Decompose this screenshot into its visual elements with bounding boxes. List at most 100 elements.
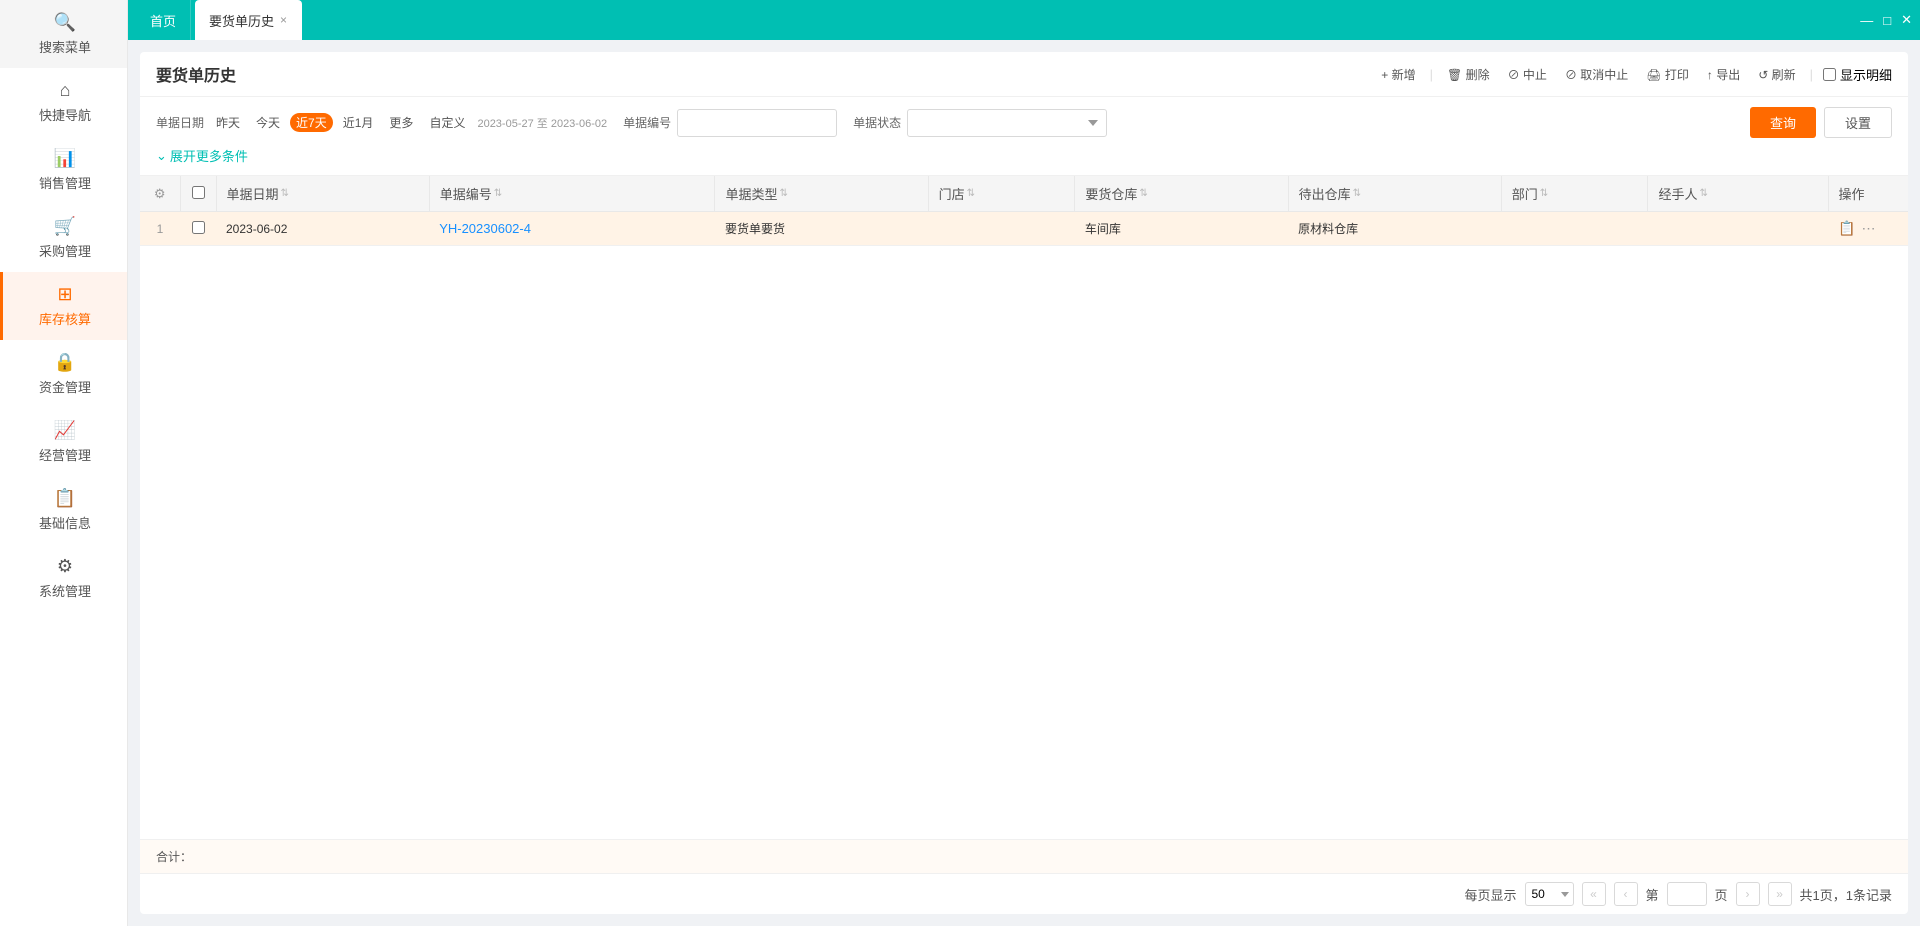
sort-icon-pending_warehouse[interactable]: ⇅ xyxy=(1353,188,1361,199)
cancel-stop-button[interactable]: ⊘ 取消中止 xyxy=(1561,64,1632,85)
page-size-label: 每页显示 xyxy=(1464,885,1516,904)
first-page-btn[interactable]: « xyxy=(1582,882,1606,906)
filter-group-billno: 单据编号 xyxy=(623,109,837,137)
sidebar-label-operations: 经营管理 xyxy=(39,445,91,464)
expand-filter-btn[interactable]: ⌄ 展开更多条件 xyxy=(156,146,248,165)
expand-icon: ⌄ xyxy=(156,148,167,164)
page-header: 要货单历史 + 新增 | 🗑 删除 ⊘ 中止 ⊘ 取消中止 🖨 打印 ↑ 导出 … xyxy=(140,52,1908,97)
th-store[interactable]: 门店⇅ xyxy=(928,176,1075,212)
page-title: 要货单历史 xyxy=(156,62,1377,86)
shortcut-custom[interactable]: 自定义 xyxy=(423,113,471,132)
sidebar-item-quick-nav[interactable]: ⌂快捷导航 xyxy=(0,68,127,136)
sidebar-label-inventory: 库存核算 xyxy=(39,309,91,328)
page-size-select[interactable]: 102050100 xyxy=(1525,882,1574,906)
edit-action-icon[interactable]: 📋 xyxy=(1838,220,1855,237)
col-label-bill_date: 单据日期 xyxy=(227,184,279,203)
sidebar-label-system: 系统管理 xyxy=(39,581,91,600)
th-bill_type[interactable]: 单据类型⇅ xyxy=(715,176,928,212)
display-detail-checkbox[interactable] xyxy=(1823,68,1836,81)
filter-area: 单据日期 昨天今天近7天近1月更多自定义 2023-05-27 至 2023-0… xyxy=(140,97,1908,176)
date-shortcuts: 昨天今天近7天近1月更多自定义 xyxy=(210,113,471,132)
maximize-btn[interactable]: □ xyxy=(1883,13,1891,28)
sidebar: 🔍搜索菜单⌂快捷导航📊销售管理🛒采购管理 ⊞ 库存核算 🔒资金管理 📈 经营管理 📋基础信息… xyxy=(0,0,128,926)
total-info: 共1页，1条记录 xyxy=(1800,885,1892,904)
sidebar-label-sales: 销售管理 xyxy=(39,173,91,192)
filter-row-1: 单据日期 昨天今天近7天近1月更多自定义 2023-05-27 至 2023-0… xyxy=(156,107,1892,138)
toolbar: + 新增 | 🗑 删除 ⊘ 中止 ⊘ 取消中止 🖨 打印 ↑ 导出 ↺ 刷新 |… xyxy=(1377,64,1892,85)
refresh-button[interactable]: ↺ 刷新 xyxy=(1754,64,1799,85)
sort-icon-store[interactable]: ⇅ xyxy=(967,188,975,199)
shortcut-more[interactable]: 更多 xyxy=(383,113,419,132)
delete-button[interactable]: 🗑 删除 xyxy=(1443,64,1494,85)
top-bar-right: — □ ✕ xyxy=(1860,12,1912,28)
cell-department xyxy=(1501,212,1648,246)
sidebar-item-basic-info[interactable]: 📋基础信息 xyxy=(0,476,127,544)
operations-icon: 📈 xyxy=(54,420,76,441)
sidebar-item-operations[interactable]: 📈 经营管理 xyxy=(0,408,127,476)
tab-home[interactable]: 首页 xyxy=(136,0,191,40)
sort-icon-req_warehouse[interactable]: ⇅ xyxy=(1139,188,1147,199)
page-label-before: 第 xyxy=(1646,885,1659,904)
query-button[interactable]: 查询 xyxy=(1750,107,1816,138)
th-req_warehouse[interactable]: 要货仓库⇅ xyxy=(1075,176,1288,212)
next-page-btn[interactable]: › xyxy=(1736,882,1760,906)
prev-page-btn[interactable]: ‹ xyxy=(1614,882,1638,906)
more-action-icon[interactable]: ⋯ xyxy=(1861,220,1875,237)
table-footer: 合计： xyxy=(140,839,1908,873)
close-btn[interactable]: ✕ xyxy=(1901,12,1912,28)
sort-icon-handler[interactable]: ⇅ xyxy=(1700,188,1708,199)
page-label-after: 页 xyxy=(1715,885,1728,904)
th-handler[interactable]: 经手人⇅ xyxy=(1648,176,1828,212)
page-number-input[interactable]: 1 xyxy=(1667,882,1707,906)
bill-status-label: 单据状态 xyxy=(853,114,901,131)
export-button[interactable]: ↑ 导出 xyxy=(1703,64,1744,85)
sidebar-item-purchase[interactable]: 🛒采购管理 xyxy=(0,204,127,272)
sidebar-item-inventory[interactable]: ⊞ 库存核算 xyxy=(0,272,127,340)
select-all-checkbox[interactable] xyxy=(192,186,205,199)
basic-info-icon: 📋 xyxy=(54,488,76,509)
settings-icon[interactable]: ⚙ xyxy=(154,186,166,201)
inventory-icon: ⊞ xyxy=(57,284,72,305)
tab-close-requisition-history[interactable]: × xyxy=(280,13,287,27)
th-department[interactable]: 部门⇅ xyxy=(1501,176,1648,212)
sidebar-label-search-menu: 搜索菜单 xyxy=(39,37,91,56)
sidebar-label-quick-nav: 快捷导航 xyxy=(39,105,91,124)
display-detail-toggle[interactable]: 显示明细 xyxy=(1823,65,1892,84)
last-page-btn[interactable]: » xyxy=(1768,882,1792,906)
setting-button[interactable]: 设置 xyxy=(1824,107,1892,138)
shortcut-last_month[interactable]: 近1月 xyxy=(337,113,380,132)
th-pending_warehouse[interactable]: 待出仓库⇅ xyxy=(1288,176,1501,212)
sort-icon-bill_date[interactable]: ⇅ xyxy=(281,188,289,199)
top-bar: 首页要货单历史× — □ ✕ xyxy=(128,0,1920,40)
sort-icon-department[interactable]: ⇅ xyxy=(1540,188,1548,199)
sidebar-item-sales[interactable]: 📊销售管理 xyxy=(0,136,127,204)
system-icon: ⚙ xyxy=(57,556,73,577)
stop-button[interactable]: ⊘ 中止 xyxy=(1504,64,1551,85)
bill-status-select[interactable] xyxy=(907,109,1107,137)
shortcut-yesterday[interactable]: 昨天 xyxy=(210,113,246,132)
tab-requisition-history[interactable]: 要货单历史× xyxy=(195,0,302,40)
sidebar-item-finance[interactable]: 🔒资金管理 xyxy=(0,340,127,408)
sort-icon-bill_type[interactable]: ⇅ xyxy=(779,188,787,199)
bill-no-input[interactable] xyxy=(677,109,837,137)
cell-req-warehouse: 车间库 xyxy=(1075,212,1288,246)
pagination-area: 每页显示 102050100 « ‹ 第 1 页 › » 共1页，1条记录 xyxy=(140,873,1908,914)
minimize-btn[interactable]: — xyxy=(1860,13,1873,28)
bill-no-link-0[interactable]: YH-20230602-4 xyxy=(439,221,531,236)
col-label-bill_type: 单据类型 xyxy=(725,184,777,203)
cell-bill-date: 2023-06-02 xyxy=(216,212,429,246)
sidebar-item-system[interactable]: ⚙ 系统管理 xyxy=(0,544,127,612)
page-card: 要货单历史 + 新增 | 🗑 删除 ⊘ 中止 ⊘ 取消中止 🖨 打印 ↑ 导出 … xyxy=(140,52,1908,914)
row-checkbox-0[interactable] xyxy=(192,221,205,234)
sidebar-item-search-menu[interactable]: 🔍搜索菜单 xyxy=(0,0,127,68)
sort-icon-bill_no[interactable]: ⇅ xyxy=(494,188,502,199)
th-bill_date[interactable]: 单据日期⇅ xyxy=(216,176,429,212)
date-range-text: 2023-05-27 至 2023-06-02 xyxy=(477,115,607,131)
table-body: 1 2023-06-02 YH-20230602-4 要货单要货 车间库 原材料… xyxy=(140,212,1908,246)
shortcut-last7days[interactable]: 近7天 xyxy=(290,113,333,132)
new-button[interactable]: + 新增 xyxy=(1377,64,1419,85)
print-button[interactable]: 🖨 打印 xyxy=(1642,64,1693,85)
col-label-req_warehouse: 要货仓库 xyxy=(1085,184,1137,203)
th-bill_no[interactable]: 单据编号⇅ xyxy=(429,176,715,212)
shortcut-today[interactable]: 今天 xyxy=(250,113,286,132)
